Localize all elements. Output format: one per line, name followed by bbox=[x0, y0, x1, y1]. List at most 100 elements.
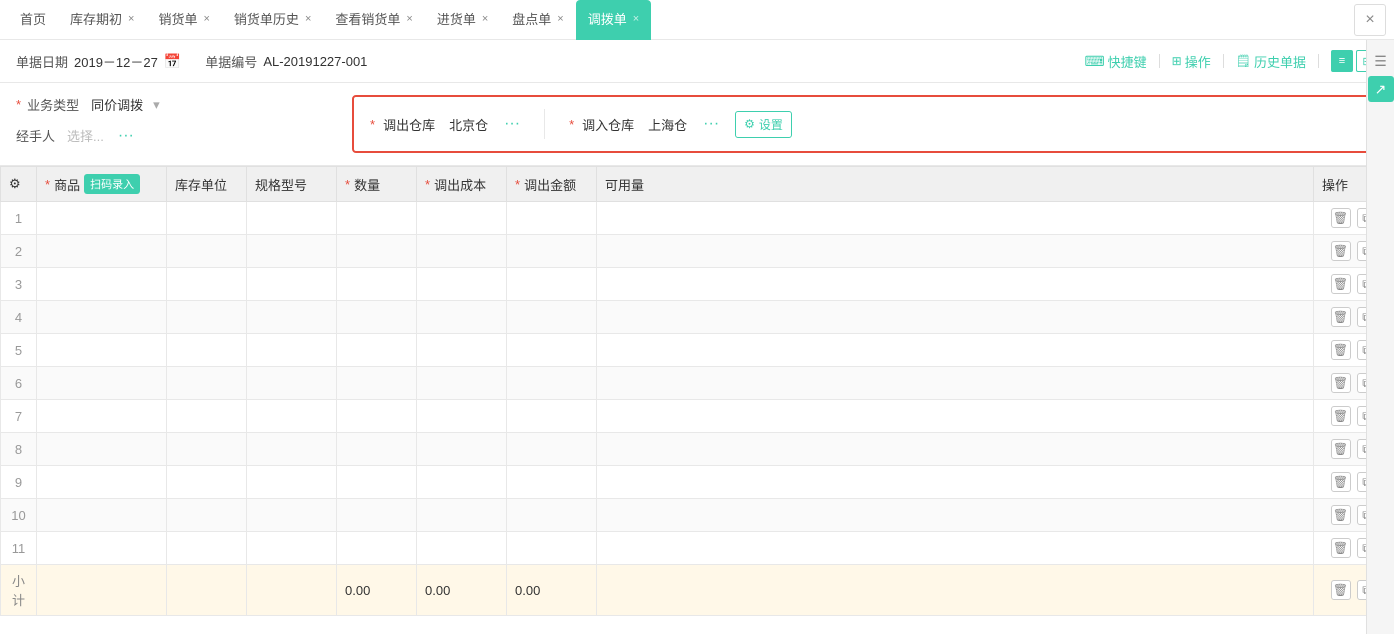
cell-cost[interactable] bbox=[417, 268, 507, 301]
cell-amount[interactable] bbox=[507, 433, 597, 466]
cell-qty[interactable] bbox=[337, 202, 417, 235]
cell-product[interactable] bbox=[37, 466, 167, 499]
tab-sales-history[interactable]: 销货单历史 × bbox=[222, 0, 323, 40]
cell-spec[interactable] bbox=[247, 433, 337, 466]
cell-amount[interactable] bbox=[507, 268, 597, 301]
cell-amount[interactable] bbox=[507, 334, 597, 367]
delete-row-button[interactable]: 🗑 bbox=[1331, 406, 1351, 426]
window-close-button[interactable]: × bbox=[1354, 4, 1386, 36]
settings-table-icon[interactable]: ⚙ bbox=[9, 176, 21, 192]
tab-opening[interactable]: 库存期初 × bbox=[58, 0, 146, 40]
cell-amount[interactable] bbox=[507, 235, 597, 268]
cell-product[interactable] bbox=[37, 532, 167, 565]
cell-avail[interactable] bbox=[597, 367, 1314, 400]
cell-spec[interactable] bbox=[247, 499, 337, 532]
cell-amount[interactable] bbox=[507, 367, 597, 400]
cell-product[interactable] bbox=[37, 301, 167, 334]
delete-row-button[interactable]: 🗑 bbox=[1331, 505, 1351, 525]
delete-row-button[interactable]: 🗑 bbox=[1331, 274, 1351, 294]
delete-row-button[interactable]: 🗑 bbox=[1331, 241, 1351, 261]
cell-unit[interactable] bbox=[167, 499, 247, 532]
cell-spec[interactable] bbox=[247, 334, 337, 367]
agent-select[interactable]: 选择... bbox=[67, 126, 104, 145]
delete-row-button[interactable]: 🗑 bbox=[1331, 340, 1351, 360]
cell-spec[interactable] bbox=[247, 532, 337, 565]
tab-transfer[interactable]: 调拨单 × bbox=[576, 0, 651, 40]
cell-cost[interactable] bbox=[417, 433, 507, 466]
cell-spec[interactable] bbox=[247, 268, 337, 301]
cell-cost[interactable] bbox=[417, 202, 507, 235]
cell-product[interactable] bbox=[37, 433, 167, 466]
cell-product[interactable] bbox=[37, 202, 167, 235]
cell-spec[interactable] bbox=[247, 301, 337, 334]
cell-qty[interactable] bbox=[337, 466, 417, 499]
biz-type-dropdown-icon[interactable]: ▾ bbox=[153, 97, 160, 113]
cell-product[interactable] bbox=[37, 400, 167, 433]
cell-avail[interactable] bbox=[597, 433, 1314, 466]
cell-avail[interactable] bbox=[597, 532, 1314, 565]
cell-unit[interactable] bbox=[167, 532, 247, 565]
settings-button[interactable]: ⚙ 设置 bbox=[735, 111, 792, 138]
history-button[interactable]: 🗒 历史单据 bbox=[1236, 52, 1306, 71]
cell-cost[interactable] bbox=[417, 235, 507, 268]
cell-unit[interactable] bbox=[167, 334, 247, 367]
cell-cost[interactable] bbox=[417, 466, 507, 499]
warehouse-in-more[interactable]: ··· bbox=[703, 116, 719, 132]
warehouse-out-more[interactable]: ··· bbox=[504, 116, 520, 132]
delete-row-button[interactable]: 🗑 bbox=[1331, 538, 1351, 558]
cell-amount[interactable] bbox=[507, 301, 597, 334]
delete-row-button[interactable]: 🗑 bbox=[1331, 307, 1351, 327]
tab-sales-history-close[interactable]: × bbox=[305, 13, 311, 25]
shortcut-button[interactable]: ⌨ 快捷键 bbox=[1084, 52, 1146, 71]
cell-amount[interactable] bbox=[507, 202, 597, 235]
cell-qty[interactable] bbox=[337, 532, 417, 565]
cell-spec[interactable] bbox=[247, 202, 337, 235]
cell-qty[interactable] bbox=[337, 301, 417, 334]
tab-purchase-close[interactable]: × bbox=[482, 13, 488, 25]
cell-product[interactable] bbox=[37, 235, 167, 268]
tab-sales-close[interactable]: × bbox=[203, 13, 209, 25]
subtotal-delete-btn[interactable]: 🗑 bbox=[1331, 580, 1351, 600]
cell-avail[interactable] bbox=[597, 400, 1314, 433]
cell-product[interactable] bbox=[37, 367, 167, 400]
tab-inventory[interactable]: 盘点单 × bbox=[500, 0, 575, 40]
sidebar-export-icon[interactable]: ↗ bbox=[1368, 76, 1394, 102]
cell-avail[interactable] bbox=[597, 466, 1314, 499]
cell-cost[interactable] bbox=[417, 532, 507, 565]
tab-home[interactable]: 首页 bbox=[8, 0, 58, 40]
cell-qty[interactable] bbox=[337, 367, 417, 400]
delete-row-button[interactable]: 🗑 bbox=[1331, 208, 1351, 228]
tab-view-sales[interactable]: 查看销货单 × bbox=[323, 0, 424, 40]
cell-avail[interactable] bbox=[597, 202, 1314, 235]
cell-cost[interactable] bbox=[417, 301, 507, 334]
cell-unit[interactable] bbox=[167, 301, 247, 334]
cell-amount[interactable] bbox=[507, 499, 597, 532]
cell-unit[interactable] bbox=[167, 268, 247, 301]
cell-qty[interactable] bbox=[337, 400, 417, 433]
cell-amount[interactable] bbox=[507, 532, 597, 565]
cell-cost[interactable] bbox=[417, 400, 507, 433]
cell-qty[interactable] bbox=[337, 268, 417, 301]
delete-row-button[interactable]: 🗑 bbox=[1331, 373, 1351, 393]
grid-view-list[interactable]: ≡ bbox=[1331, 50, 1353, 72]
tab-purchase[interactable]: 进货单 × bbox=[425, 0, 500, 40]
cell-spec[interactable] bbox=[247, 466, 337, 499]
tab-sales[interactable]: 销货单 × bbox=[146, 0, 221, 40]
cell-unit[interactable] bbox=[167, 367, 247, 400]
cell-unit[interactable] bbox=[167, 433, 247, 466]
cell-unit[interactable] bbox=[167, 400, 247, 433]
cell-amount[interactable] bbox=[507, 466, 597, 499]
cell-product[interactable] bbox=[37, 499, 167, 532]
cell-qty[interactable] bbox=[337, 334, 417, 367]
cell-cost[interactable] bbox=[417, 367, 507, 400]
calendar-icon[interactable]: 📅 bbox=[164, 53, 181, 70]
cell-avail[interactable] bbox=[597, 268, 1314, 301]
cell-amount[interactable] bbox=[507, 400, 597, 433]
scan-button[interactable]: 扫码录入 bbox=[84, 174, 140, 194]
cell-avail[interactable] bbox=[597, 301, 1314, 334]
cell-avail[interactable] bbox=[597, 235, 1314, 268]
cell-unit[interactable] bbox=[167, 235, 247, 268]
tab-view-sales-close[interactable]: × bbox=[406, 13, 412, 25]
operate-button[interactable]: ⊞ 操作 bbox=[1172, 52, 1211, 71]
cell-unit[interactable] bbox=[167, 202, 247, 235]
